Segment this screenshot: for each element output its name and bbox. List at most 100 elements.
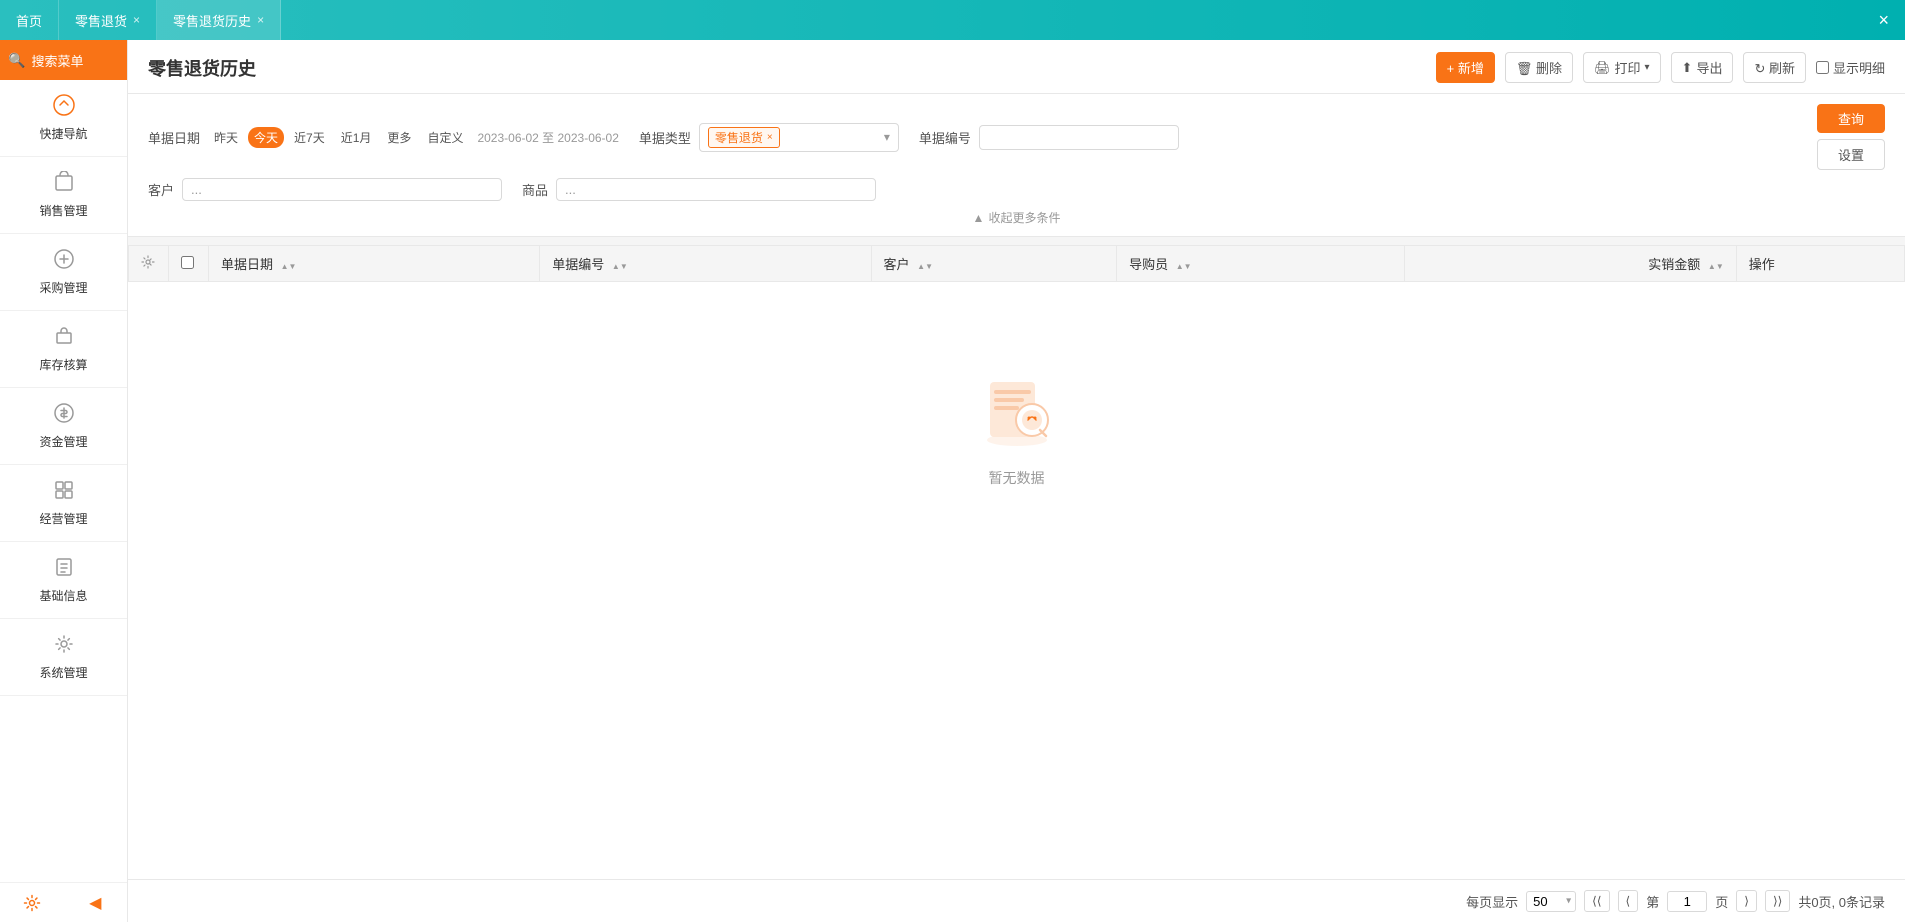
sidebar-item-purchase-label: 采购管理 — [39, 279, 87, 296]
th-number-label: 单据编号 — [552, 257, 604, 272]
select-all-checkbox[interactable] — [181, 256, 194, 269]
main-layout: 🔍 搜索菜单 快捷导航 销售管理 — [0, 40, 1905, 922]
empty-icon — [972, 362, 1062, 452]
prev-page-btn[interactable]: ⟨ — [1618, 890, 1639, 912]
sidebar-item-finance[interactable]: 资金管理 — [0, 388, 127, 465]
refresh-btn[interactable]: ↻ 刷新 — [1743, 52, 1806, 83]
sidebar-search-btn[interactable]: 🔍 搜索菜单 — [0, 40, 127, 80]
toolbar: + 新增 🗑 删除 🖨 打印 ▾ ⬆ 导出 ↻ 刷新 显示明细 — [1436, 52, 1885, 83]
date-btn-7days[interactable]: 近7天 — [288, 127, 331, 148]
collapse-sidebar-btn[interactable]: ◀ — [64, 883, 128, 922]
th-salesperson-sort: ▲▼ — [1176, 262, 1192, 271]
sidebar-item-operations[interactable]: 经营管理 — [0, 465, 127, 542]
tab-retail-return-history-close[interactable]: × — [257, 13, 264, 27]
date-btn-today[interactable]: 今天 — [248, 127, 284, 148]
delete-btn[interactable]: 🗑 删除 — [1505, 52, 1573, 83]
customer-filter-input[interactable]: ... — [182, 178, 502, 201]
tab-retail-return-history[interactable]: 零售退货历史 × — [157, 0, 281, 40]
tab-retail-return[interactable]: 零售退货 × — [59, 0, 157, 40]
export-btn[interactable]: ⬆ 导出 — [1671, 52, 1734, 83]
settings-bottom-btn[interactable] — [0, 883, 64, 922]
sidebar-search-label: 搜索菜单 — [31, 51, 83, 70]
th-customer-label: 客户 — [884, 257, 910, 272]
th-date[interactable]: 单据日期 ▲▼ — [209, 246, 540, 282]
page-label: 第 — [1646, 892, 1659, 911]
date-filter-label: 单据日期 — [148, 128, 200, 147]
search-icon: 🔍 — [8, 52, 25, 69]
page-input[interactable] — [1667, 891, 1707, 912]
th-date-sort: ▲▼ — [281, 262, 297, 271]
th-customer[interactable]: 客户 ▲▼ — [871, 246, 1117, 282]
sidebar-item-finance-label: 资金管理 — [39, 433, 87, 450]
tab-retail-return-close[interactable]: × — [133, 13, 140, 27]
number-filter-label: 单据编号 — [919, 128, 971, 147]
next-page-btn[interactable]: ⟩ — [1736, 890, 1757, 912]
per-page-select[interactable]: 10 20 50 100 — [1526, 891, 1576, 912]
sidebar-item-quick-nav[interactable]: 快捷导航 — [0, 80, 127, 157]
sidebar-item-basic-info[interactable]: 基础信息 — [0, 542, 127, 619]
tab-home[interactable]: 首页 — [0, 0, 59, 40]
tab-home-label: 首页 — [16, 11, 42, 30]
collapse-btn[interactable]: ▲ 收起更多条件 — [973, 209, 1061, 226]
th-customer-sort: ▲▼ — [917, 262, 933, 271]
sidebar-item-sales-label: 销售管理 — [39, 202, 87, 219]
tab-retail-return-history-label: 零售退货历史 — [173, 11, 251, 30]
type-tag-text: 零售退货 — [715, 129, 763, 146]
window-close-btn[interactable]: × — [1862, 10, 1905, 31]
display-detail-toggle[interactable]: 显示明细 — [1816, 58, 1885, 77]
sidebar-item-inventory-label: 库存核算 — [39, 356, 87, 373]
date-btn-1month[interactable]: 近1月 — [335, 127, 378, 148]
th-settings[interactable] — [129, 246, 169, 282]
export-icon: ⬆ — [1682, 60, 1693, 76]
sidebar-bottom: ◀ — [0, 882, 127, 922]
finance-icon — [53, 402, 75, 429]
tab-list: 首页 零售退货 × 零售退货历史 × — [0, 0, 1862, 40]
basic-info-icon — [53, 556, 75, 583]
customer-filter-group: 客户 ... — [148, 178, 502, 201]
goods-filter-label: 商品 — [522, 180, 548, 199]
query-btn[interactable]: 查询 — [1817, 104, 1885, 133]
date-btn-more[interactable]: 更多 — [381, 127, 417, 148]
first-page-btn[interactable]: ⟨⟨ — [1584, 890, 1609, 912]
new-btn[interactable]: + 新增 — [1436, 52, 1495, 83]
sidebar-item-quick-nav-label: 快捷导航 — [39, 125, 87, 142]
sidebar-item-system[interactable]: 系统管理 — [0, 619, 127, 696]
th-amount-label: 实销金额 — [1648, 257, 1700, 272]
th-checkbox[interactable] — [169, 246, 209, 282]
sales-icon — [53, 171, 75, 198]
per-page-wrapper: 10 20 50 100 — [1526, 891, 1576, 912]
goods-filter-input[interactable]: ... — [556, 178, 876, 201]
last-page-btn[interactable]: ⟩⟩ — [1765, 890, 1790, 912]
sidebar-item-sales[interactable]: 销售管理 — [0, 157, 127, 234]
table-body: 暂无数据 — [129, 282, 1905, 569]
sidebar-item-inventory[interactable]: 库存核算 — [0, 311, 127, 388]
tab-retail-return-label: 零售退货 — [75, 11, 127, 30]
th-date-label: 单据日期 — [221, 257, 273, 272]
filter-row-2: 客户 ... 商品 ... — [148, 178, 1885, 201]
date-btn-group: 昨天 今天 近7天 近1月 更多 自定义 — [208, 127, 469, 148]
type-filter-group: 单据类型 零售退货 × ▾ — [639, 123, 899, 152]
display-detail-checkbox[interactable] — [1816, 61, 1829, 74]
setting-btn[interactable]: 设置 — [1817, 139, 1885, 170]
date-btn-custom[interactable]: 自定义 — [421, 127, 469, 148]
print-btn[interactable]: 🖨 打印 ▾ — [1583, 52, 1661, 83]
operations-icon — [53, 479, 75, 506]
number-filter-group: 单据编号 — [919, 125, 1179, 150]
date-btn-yesterday[interactable]: 昨天 — [208, 127, 244, 148]
th-amount[interactable]: 实销金额 ▲▼ — [1405, 246, 1736, 282]
sidebar-item-basic-info-label: 基础信息 — [39, 587, 87, 604]
customer-dots: ... — [191, 182, 202, 197]
type-tag-close[interactable]: × — [767, 132, 773, 143]
th-actions: 操作 — [1736, 246, 1904, 282]
print-dropdown-icon: ▾ — [1645, 62, 1650, 73]
table-header-row: 单据日期 ▲▼ 单据编号 ▲▼ 客户 ▲▼ 导购员 — [129, 246, 1905, 282]
sidebar-item-purchase[interactable]: 采购管理 — [0, 234, 127, 311]
th-number[interactable]: 单据编号 ▲▼ — [540, 246, 871, 282]
date-range-display: 2023-06-02 至 2023-06-02 — [477, 129, 618, 146]
type-filter-input[interactable]: 零售退货 × ▾ — [699, 123, 899, 152]
filter-area: 单据日期 昨天 今天 近7天 近1月 更多 自定义 2023-06-02 至 2… — [128, 94, 1905, 237]
collapse-icon: ▲ — [973, 211, 985, 225]
empty-state: 暂无数据 — [129, 282, 1905, 568]
th-salesperson[interactable]: 导购员 ▲▼ — [1117, 246, 1405, 282]
number-filter-input[interactable] — [979, 125, 1179, 150]
